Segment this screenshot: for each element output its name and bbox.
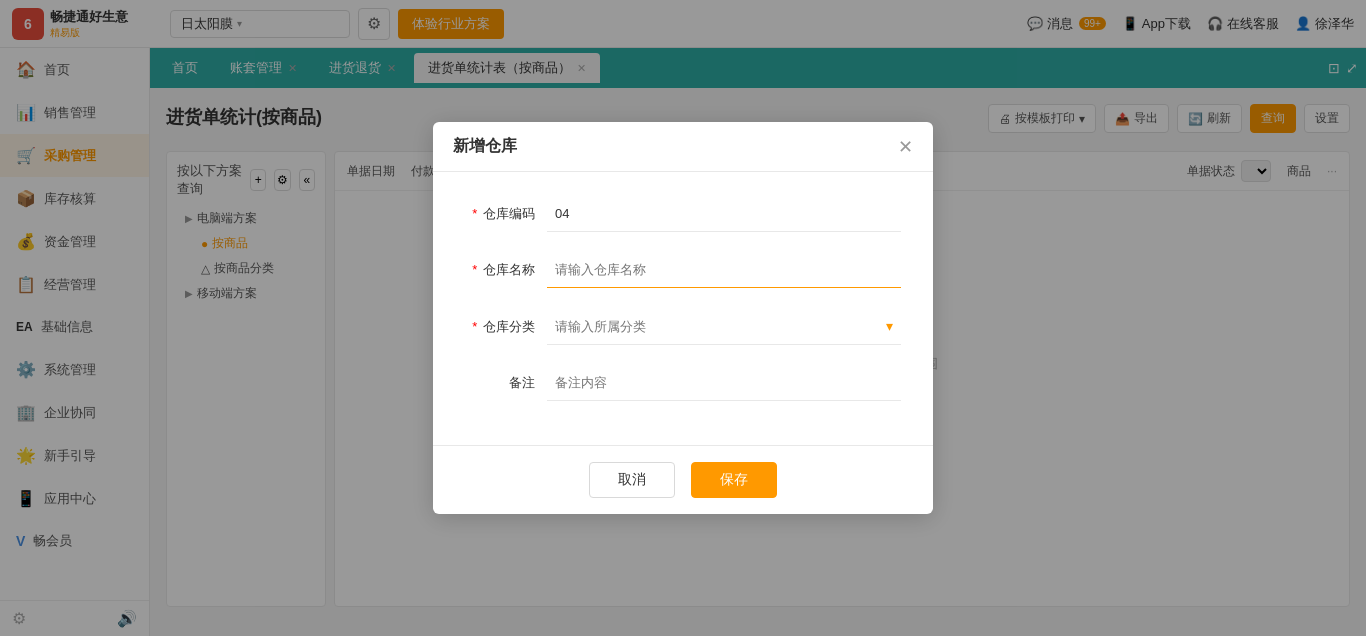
cancel-button[interactable]: 取消 — [589, 462, 675, 498]
category-input[interactable] — [547, 308, 886, 344]
category-required-mark: * — [472, 319, 477, 334]
code-label: * 仓库编码 — [465, 205, 535, 223]
code-input[interactable] — [547, 196, 901, 232]
save-button[interactable]: 保存 — [691, 462, 777, 498]
name-required-mark: * — [472, 262, 477, 277]
name-label: * 仓库名称 — [465, 261, 535, 279]
category-label: * 仓库分类 — [465, 318, 535, 336]
dialog-footer: 取消 保存 — [433, 445, 933, 514]
form-row-category: * 仓库分类 ▾ — [465, 308, 901, 345]
name-input[interactable] — [547, 252, 901, 288]
dialog-overlay: 新增仓库 ✕ * 仓库编码 * 仓库名称 — [0, 0, 1366, 636]
dialog-body: * 仓库编码 * 仓库名称 * 仓库分类 — [433, 172, 933, 445]
form-row-code: * 仓库编码 — [465, 196, 901, 232]
category-select-wrapper: ▾ — [547, 308, 901, 345]
dialog-close-button[interactable]: ✕ — [898, 138, 913, 156]
new-warehouse-dialog: 新增仓库 ✕ * 仓库编码 * 仓库名称 — [433, 122, 933, 514]
code-required-mark: * — [472, 206, 477, 221]
dialog-header: 新增仓库 ✕ — [433, 122, 933, 172]
form-row-remark: 备注 — [465, 365, 901, 401]
remark-input[interactable] — [547, 365, 901, 401]
form-row-name: * 仓库名称 — [465, 252, 901, 288]
category-dropdown-arrow[interactable]: ▾ — [886, 318, 893, 334]
dialog-title: 新增仓库 — [453, 136, 517, 157]
remark-label: 备注 — [465, 374, 535, 392]
